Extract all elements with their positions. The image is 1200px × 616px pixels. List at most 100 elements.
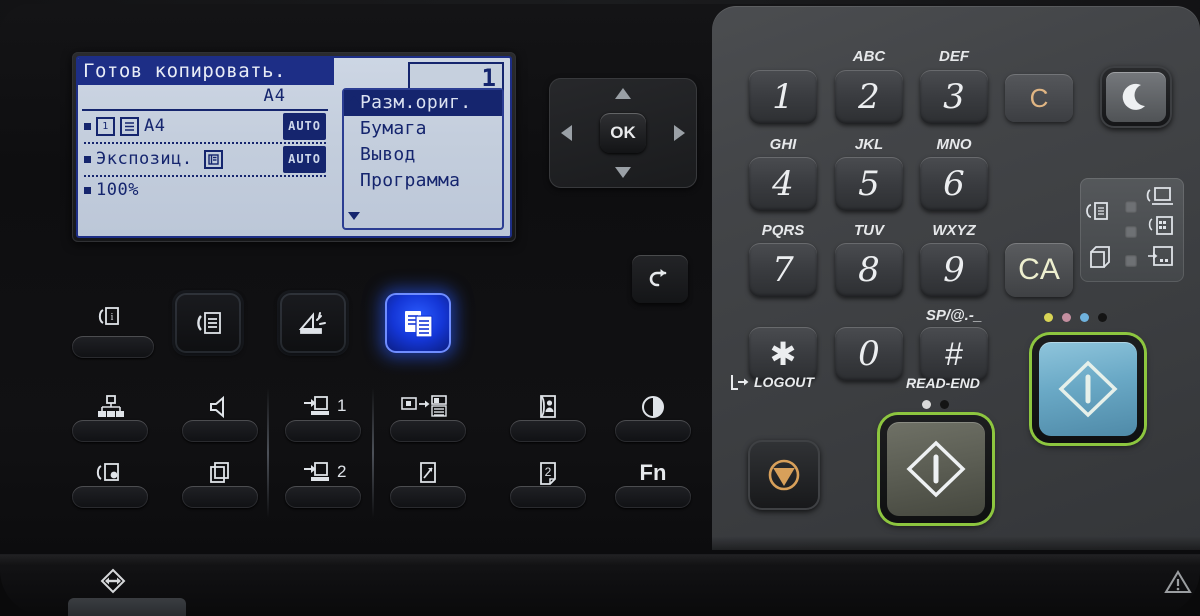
mode-fax-button[interactable] [175,293,241,353]
exposure-key[interactable] [615,420,691,442]
mode-scan-button[interactable] [280,293,346,353]
bullet-icon [84,187,91,194]
lcd-paper-size: A4 [263,86,286,106]
two-sided-icon: 2 [510,456,586,486]
stop-button[interactable] [748,440,820,510]
key-group-divider-1 [267,388,269,518]
svg-text:i: i [111,312,114,323]
speaker-icon [182,390,258,420]
stop-icon [768,459,800,491]
speaker-key[interactable] [182,420,258,442]
panel-bottom-lip [0,554,1200,616]
key-hash[interactable]: # [920,327,988,381]
navigation-pad[interactable]: OK [549,78,697,188]
clear-all-key[interactable]: CA [1005,243,1073,297]
original-count-icon: 1 [96,117,115,136]
key-5-letters: JKL [854,136,884,153]
nav-up-arrow-icon[interactable] [615,88,631,99]
key-asterisk[interactable]: ✱ [749,327,817,381]
address-book-key[interactable] [510,420,586,442]
scroll-down-arrow-icon[interactable] [348,212,360,220]
original-to-output-icon [390,390,466,420]
menu-item-output[interactable]: Вывод [344,142,502,168]
duplex-key[interactable] [510,486,586,508]
back-button[interactable] [632,255,688,303]
nav-left-arrow-icon[interactable] [561,125,572,141]
black-white-start-button[interactable] [880,415,992,523]
lcd-left-pane: Готов копировать. A4 1 A4 AUTO Экспозиц.… [78,58,334,236]
menu-item-program[interactable]: Программа [344,168,502,194]
logout-icon [731,375,749,390]
power-save-key[interactable] [1100,66,1172,128]
key-1[interactable]: 1 [749,70,817,124]
key-2[interactable]: 2 [835,70,903,124]
color-dot-black [1098,313,1107,322]
exposure-label: Экспозиц. [96,149,193,169]
led-1 [1125,201,1137,213]
key-3-letters: DEF [939,48,969,65]
lcd-screen[interactable]: Готов копировать. A4 1 A4 AUTO Экспозиц.… [76,56,512,238]
nav-right-arrow-icon[interactable] [674,125,685,141]
status-lamp-key[interactable] [72,336,154,358]
mode-copy-button[interactable] [385,293,451,353]
clear-key[interactable]: C [1005,74,1073,122]
ok-button[interactable]: OK [600,113,646,153]
lcd-zoom-row[interactable]: 100% [78,177,334,204]
key-0[interactable]: 0 [835,327,903,381]
key-7-letters: PQRS [761,222,805,239]
contrast-icon [615,390,691,420]
key-3[interactable]: 3 [920,70,988,124]
data-icon [1146,214,1178,245]
lcd-status-title: Готов копировать. [78,58,334,85]
zoom-key[interactable] [390,486,466,508]
bw-indicator-dots [922,400,949,409]
job-icon [1146,244,1178,275]
key-5[interactable]: 5 [835,157,903,211]
lcd-bezel: Готов копировать. A4 1 A4 AUTO Экспозиц.… [72,52,516,242]
key-4[interactable]: 4 [749,157,817,211]
operation-panel: Готов копировать. A4 1 A4 AUTO Экспозиц.… [0,0,1200,616]
color-start-button[interactable] [1032,335,1144,443]
color-indicator-dots [1044,313,1107,322]
fax-info-icon: i [72,300,148,330]
lcd-exposure-row[interactable]: Экспозиц. AUTO [78,144,334,175]
nav-down-arrow-icon[interactable] [615,167,631,178]
warning-icon [1164,569,1192,600]
read-end-label: READ-END [906,375,980,391]
program-1-key[interactable] [285,420,361,442]
key-7[interactable]: 7 [749,243,817,297]
fax-receive-icon [1146,184,1178,215]
fax-line-icon [1086,200,1114,229]
status-indicator-block [1080,178,1184,282]
network-status-key[interactable] [72,420,148,442]
key-6-letters: MNO [936,136,972,153]
back-arrow-icon [649,269,667,287]
moon-icon [1106,72,1166,122]
scroll-up-arrow-icon[interactable] [348,96,360,104]
menu-item-original-size[interactable]: Разм.ориг. [344,90,502,116]
lcd-original-size-row[interactable]: 1 A4 AUTO [78,111,334,142]
svg-text:2: 2 [337,462,346,481]
address-book-icon [510,390,586,420]
fn-key[interactable] [615,486,691,508]
bw-dot-2 [940,400,949,409]
key-9-letters: WXYZ [932,222,976,239]
led-3 [1125,255,1137,267]
fax-settings-key[interactable] [72,486,148,508]
multi-copy-key[interactable] [182,486,258,508]
copy-documents-icon [400,307,436,339]
zoom-value: 100% [96,180,139,200]
usb-port-icon [98,567,128,600]
key-8[interactable]: 8 [835,243,903,297]
lcd-right-pane: 1 Разм.ориг. Бумага Вывод Программа [336,58,510,236]
program-2-key[interactable] [285,486,361,508]
bullet-icon [84,156,91,163]
panel-tray-tab [68,598,186,616]
key-9[interactable]: 9 [920,243,988,297]
menu-item-paper[interactable]: Бумага [344,116,502,142]
lcd-menu-frame: Разм.ориг. Бумага Вывод Программа [342,88,504,230]
toner-icon [1086,244,1114,277]
logout-label: LOGOUT [754,374,814,390]
key-6[interactable]: 6 [920,157,988,211]
original-to-copy-key[interactable] [390,420,466,442]
